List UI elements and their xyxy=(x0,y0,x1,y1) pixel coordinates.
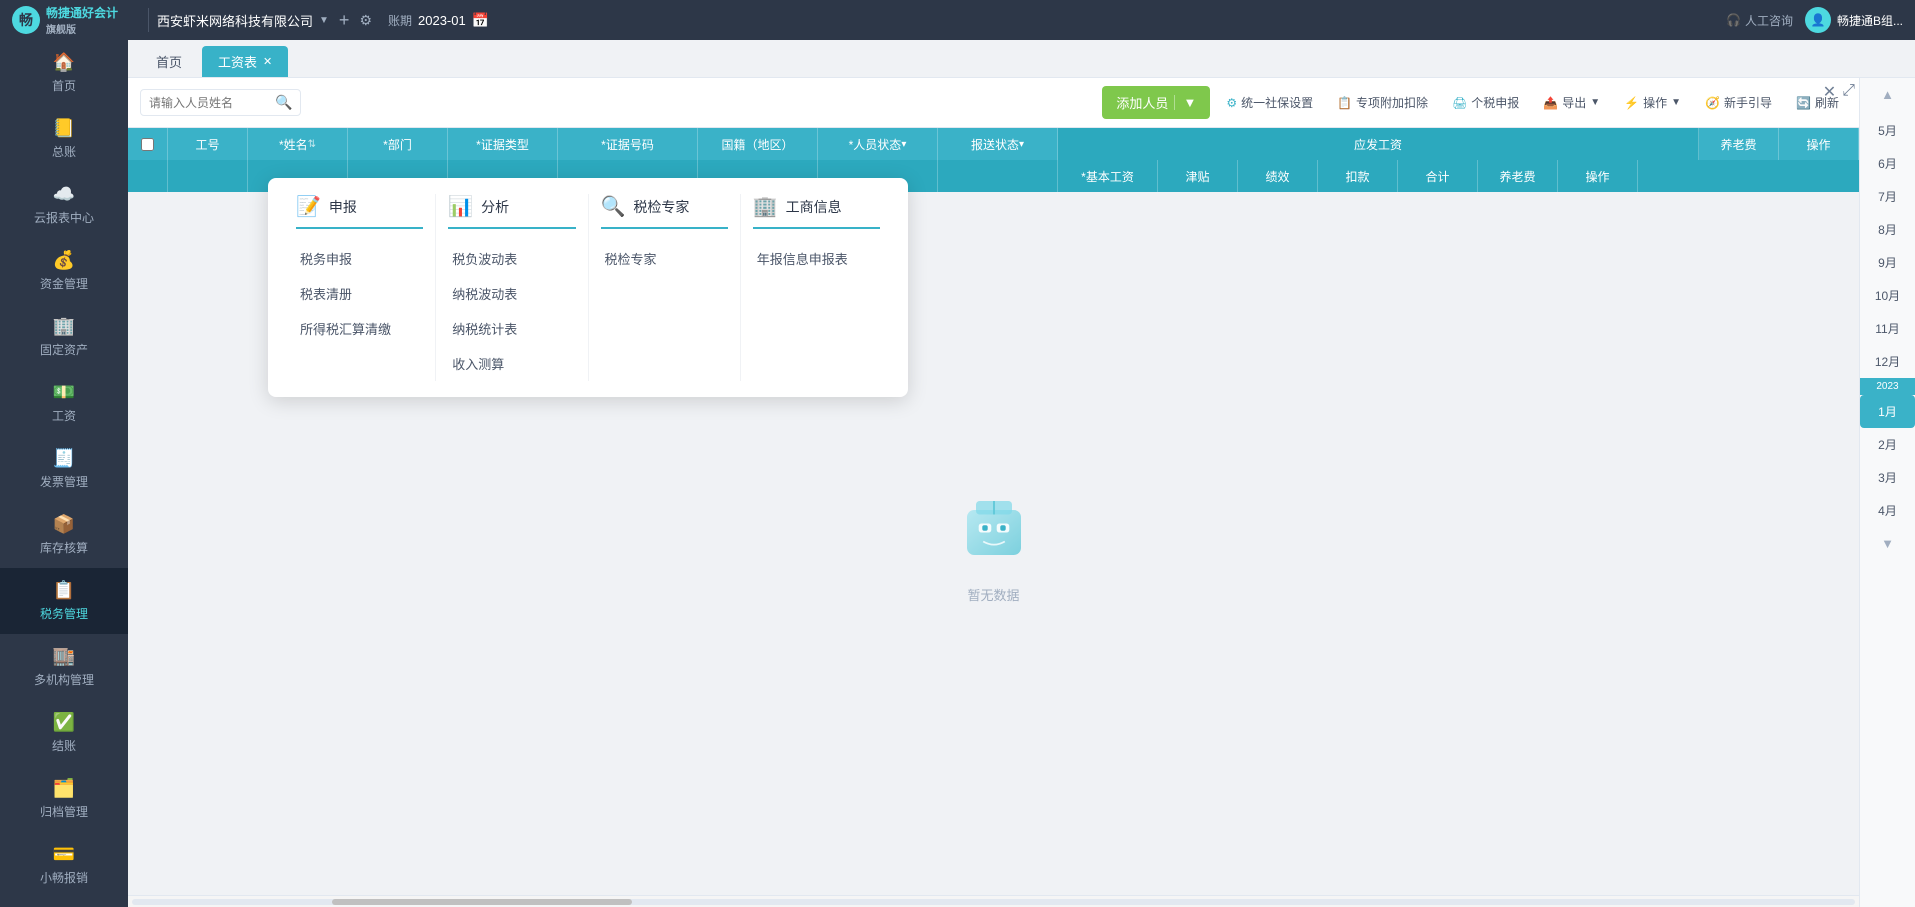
sidebar-label-tax: 税务管理 xyxy=(40,605,88,622)
sidebar-item-multi[interactable]: 🏬 多机构管理 xyxy=(0,634,128,700)
user-avatar: 👤 xyxy=(1805,7,1831,33)
sidebar-label-ledger: 总账 xyxy=(52,143,76,160)
tax-icon: 📋 xyxy=(53,580,75,601)
sidebar-item-inventory[interactable]: 📦 库存核算 xyxy=(0,502,128,568)
sidebar-item-salary[interactable]: 💵 工资 xyxy=(0,370,128,436)
biz-icon: 🏢 xyxy=(753,194,778,219)
menu-tax-flow[interactable]: 纳税波动表 xyxy=(448,276,575,311)
tab-salary-label: 工资表 xyxy=(218,52,257,71)
cloud-icon: ☁️ xyxy=(53,184,75,205)
popup-section-biz-title: 🏢 工商信息 xyxy=(753,194,880,229)
sidebar-item-fund[interactable]: 💰 资金管理 xyxy=(0,238,128,304)
menu-income-tax[interactable]: 所得税汇算清缴 xyxy=(296,311,423,346)
sidebar-item-assets[interactable]: 🏢 固定资产 xyxy=(0,304,128,370)
sidebar-item-basic[interactable]: ⚙️ 基础设置 xyxy=(0,898,128,907)
logo-icon: 畅 xyxy=(12,6,40,34)
fund-icon: 💰 xyxy=(53,250,75,271)
period-label: 账期 xyxy=(388,12,412,29)
analysis-title-label: 分析 xyxy=(481,197,509,217)
headset-icon: 🎧 xyxy=(1726,13,1741,27)
sidebar-label-inventory: 库存核算 xyxy=(40,539,88,556)
tab-home[interactable]: 首页 xyxy=(140,46,198,77)
period-value: 2023-01 xyxy=(418,13,466,28)
sidebar-label-xiaochang: 小畅报销 xyxy=(40,869,88,886)
company-selector[interactable]: 西安虾米网络科技有限公司 ▼ xyxy=(157,11,329,30)
sidebar-item-xiaochang[interactable]: 💳 小畅报销 xyxy=(0,832,128,898)
main-layout: 🏠 首页 📒 总账 ☁️ 云报表中心 💰 资金管理 🏢 固定资产 💵 工资 🧾 … xyxy=(0,40,1915,907)
sidebar-item-invoice[interactable]: 🧾 发票管理 xyxy=(0,436,128,502)
popup-sections: 📝 申报 税务申报 税表清册 所得税汇算清缴 📊 分析 税负波动表 xyxy=(284,194,892,381)
settle-icon: ✅ xyxy=(53,712,75,733)
sidebar-item-home[interactable]: 🏠 首页 xyxy=(0,40,128,106)
sidebar-label-archive: 归档管理 xyxy=(40,803,88,820)
sidebar-label-cloud: 云报表中心 xyxy=(34,209,94,226)
app-logo: 畅 畅捷通好会计 旗舰版 xyxy=(12,4,140,36)
tab-close-button[interactable]: ✕ xyxy=(263,55,272,68)
company-name: 西安虾米网络科技有限公司 xyxy=(157,11,313,30)
tab-salary[interactable]: 工资表 ✕ xyxy=(202,46,288,77)
settings-icon[interactable]: ⚙ xyxy=(359,12,372,29)
sidebar-item-cloud[interactable]: ☁️ 云报表中心 xyxy=(0,172,128,238)
app-version: 旗舰版 xyxy=(46,21,118,36)
menu-tax-stat[interactable]: 纳税统计表 xyxy=(448,311,575,346)
sidebar-label-salary: 工资 xyxy=(52,407,76,424)
add-company-button[interactable]: + xyxy=(339,10,350,31)
period-calendar-icon[interactable]: 📅 xyxy=(472,12,489,29)
popup-section-analysis: 📊 分析 税负波动表 纳税波动表 纳税统计表 收入测算 xyxy=(436,194,588,381)
menu-tax-clearance[interactable]: 税表清册 xyxy=(296,276,423,311)
dropdown-popup: 📝 申报 税务申报 税表清册 所得税汇算清缴 📊 分析 税负波动表 xyxy=(268,178,908,397)
user-name: 畅捷通B组... xyxy=(1837,12,1903,29)
expert-icon: 🔍 xyxy=(601,194,626,219)
menu-tax-check-expert[interactable]: 税检专家 xyxy=(601,241,728,276)
panel-controls: ✕ ⤢ xyxy=(1823,82,1855,102)
tab-bar: 首页 工资表 ✕ xyxy=(128,40,1915,78)
app-name: 畅捷通好会计 xyxy=(46,4,118,21)
sidebar: 🏠 首页 📒 总账 ☁️ 云报表中心 💰 资金管理 🏢 固定资产 💵 工资 🧾 … xyxy=(0,40,128,907)
popup-section-shenb: 📝 申报 税务申报 税表清册 所得税汇算清缴 xyxy=(284,194,436,381)
sidebar-label-invoice: 发票管理 xyxy=(40,473,88,490)
salary-icon: 💵 xyxy=(53,382,75,403)
assets-icon: 🏢 xyxy=(53,316,75,337)
topbar-right: 🎧 人工咨询 👤 畅捷通B组... xyxy=(1726,7,1903,33)
popup-section-shenb-title: 📝 申报 xyxy=(296,194,423,229)
sidebar-item-ledger[interactable]: 📒 总账 xyxy=(0,106,128,172)
expert-title-label: 税检专家 xyxy=(633,197,689,217)
inventory-icon: 📦 xyxy=(53,514,75,535)
sidebar-item-tax[interactable]: 📋 税务管理 xyxy=(0,568,128,634)
ledger-icon: 📒 xyxy=(53,118,75,139)
shenb-title-label: 申报 xyxy=(329,197,357,217)
menu-income-calc[interactable]: 收入测算 xyxy=(448,346,575,381)
panel-close-button[interactable]: ✕ xyxy=(1823,82,1836,102)
xiaochang-icon: 💳 xyxy=(53,844,75,865)
top-bar: 畅 畅捷通好会计 旗舰版 西安虾米网络科技有限公司 ▼ + ⚙ 账期 2023-… xyxy=(0,0,1915,40)
panel-expand-button[interactable]: ⤢ xyxy=(1842,82,1855,102)
popup-section-expert: 🔍 税检专家 税检专家 xyxy=(589,194,741,381)
home-icon: 🏠 xyxy=(53,52,75,73)
invoice-icon: 🧾 xyxy=(53,448,75,469)
company-dropdown-arrow[interactable]: ▼ xyxy=(319,15,329,26)
menu-tax-burden[interactable]: 税负波动表 xyxy=(448,241,575,276)
user-info[interactable]: 👤 畅捷通B组... xyxy=(1805,7,1903,33)
sidebar-label-settle: 结账 xyxy=(52,737,76,754)
sidebar-item-archive[interactable]: 🗂️ 归档管理 xyxy=(0,766,128,832)
sidebar-label-fund: 资金管理 xyxy=(40,275,88,292)
tab-home-label: 首页 xyxy=(156,55,182,70)
page-content: 🔍 添加人员 ▼ ⚙ 统一社保设置 📋 专项附加扣除 xyxy=(128,78,1915,907)
biz-title-label: 工商信息 xyxy=(786,197,842,217)
multi-icon: 🏬 xyxy=(53,646,75,667)
menu-annual-report[interactable]: 年报信息申报表 xyxy=(753,241,880,276)
archive-icon: 🗂️ xyxy=(53,778,75,799)
popup-section-analysis-title: 📊 分析 xyxy=(448,194,575,229)
analysis-icon: 📊 xyxy=(448,194,473,219)
content-area: 首页 工资表 ✕ 🔍 添加人员 ▼ xyxy=(128,40,1915,907)
shenb-icon: 📝 xyxy=(296,194,321,219)
sidebar-label-assets: 固定资产 xyxy=(40,341,88,358)
popup-section-expert-title: 🔍 税检专家 xyxy=(601,194,728,229)
sidebar-label-home: 首页 xyxy=(52,77,76,94)
menu-tax-declare[interactable]: 税务申报 xyxy=(296,241,423,276)
sidebar-item-settle[interactable]: ✅ 结账 xyxy=(0,700,128,766)
popup-section-biz: 🏢 工商信息 年报信息申报表 xyxy=(741,194,892,381)
sidebar-label-multi: 多机构管理 xyxy=(34,671,94,688)
service-button[interactable]: 🎧 人工咨询 xyxy=(1726,12,1793,29)
